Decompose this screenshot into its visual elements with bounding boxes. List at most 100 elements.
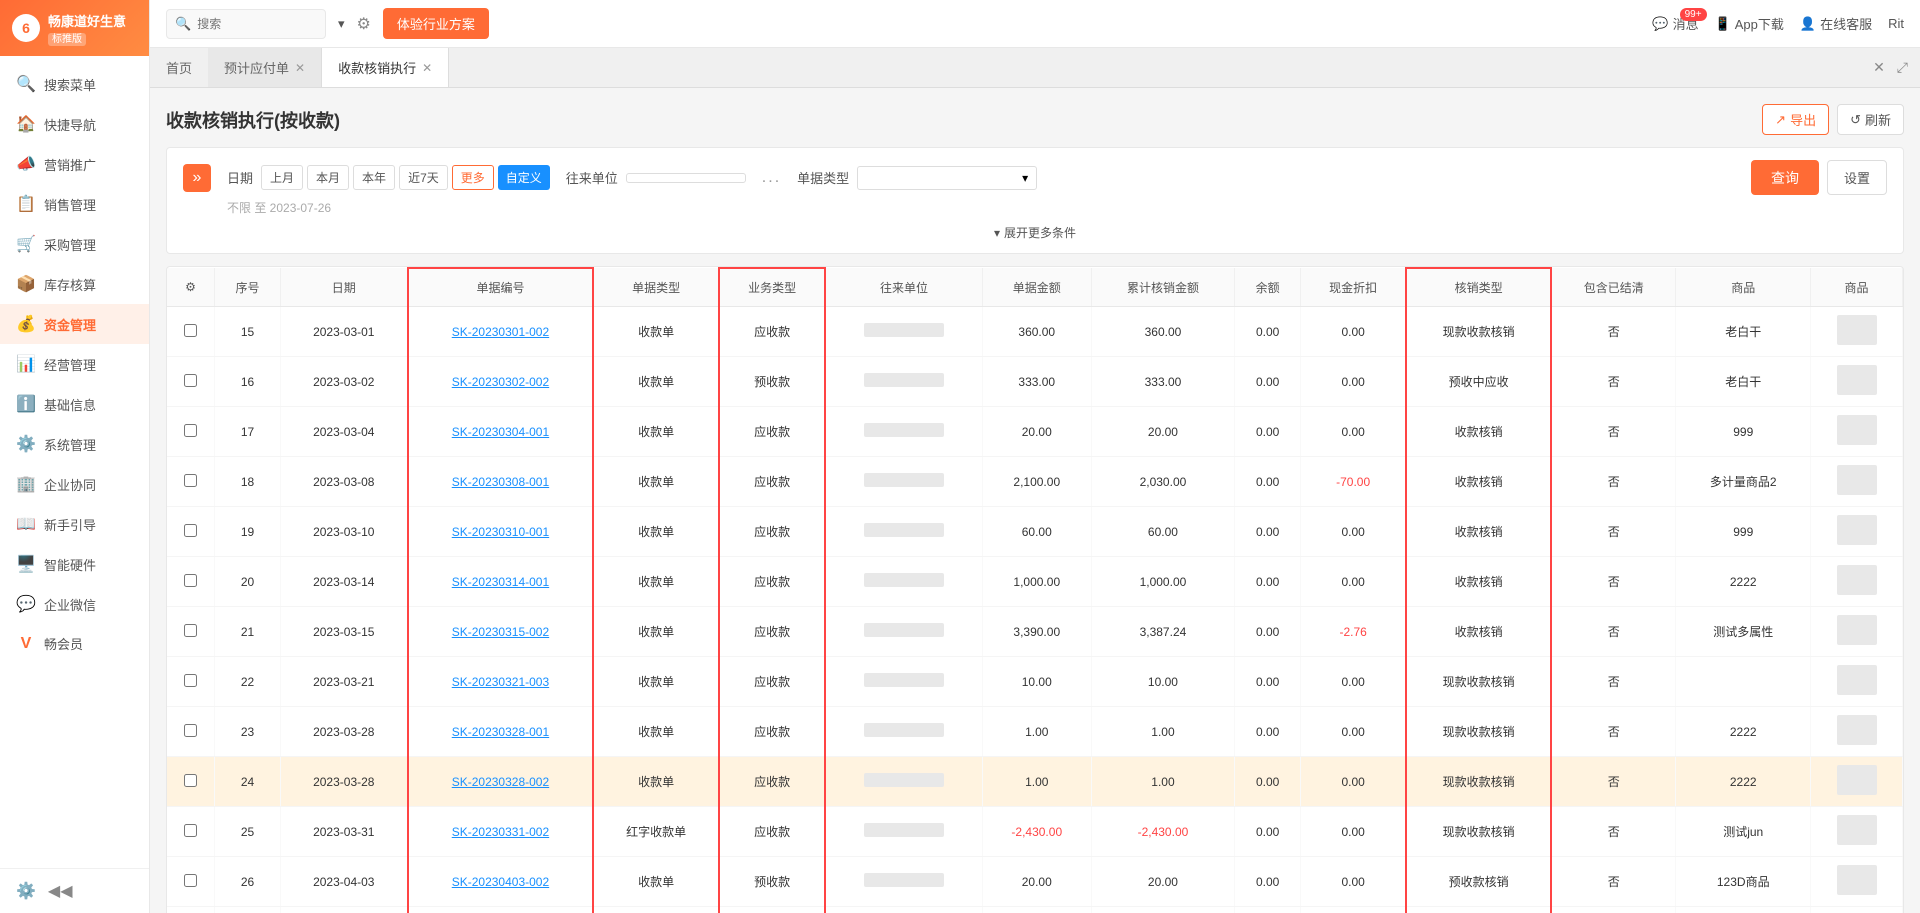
row-select-checkbox[interactable] <box>184 624 197 637</box>
sidebar-item-enterprise[interactable]: 🏢 企业协同 <box>0 464 149 504</box>
doc-no-link[interactable]: SK-20230331-002 <box>452 825 549 839</box>
row-doc-no[interactable]: SK-20230408-001 <box>408 907 594 913</box>
tab-receipt-exec[interactable]: 收款核销执行 ✕ <box>322 48 449 87</box>
app-download-button[interactable]: 📱 App下载 <box>1715 14 1784 33</box>
row-select-checkbox[interactable] <box>184 574 197 587</box>
row-doc-no[interactable]: SK-20230304-001 <box>408 407 594 457</box>
doctype-select[interactable]: ▾ <box>857 166 1037 190</box>
row-doc-no[interactable]: SK-20230321-003 <box>408 657 594 707</box>
row-doc-no[interactable]: SK-20230302-002 <box>408 357 594 407</box>
settings-bottom-icon[interactable]: ⚙️ <box>16 881 36 901</box>
row-select-checkbox[interactable] <box>184 374 197 387</box>
refresh-button[interactable]: ↺ 刷新 <box>1837 104 1904 135</box>
row-cash-discount: 0.00 <box>1301 357 1406 407</box>
row-select-checkbox[interactable] <box>184 874 197 887</box>
sidebar-item-basic-info[interactable]: ℹ️ 基础信息 <box>0 384 149 424</box>
sidebar-item-purchase[interactable]: 🛒 采购管理 <box>0 224 149 264</box>
filter-this-month[interactable]: 本月 <box>307 165 349 190</box>
tab-close-all-icon[interactable]: ✕ <box>1869 55 1889 80</box>
filter-this-year[interactable]: 本年 <box>353 165 395 190</box>
filter-more-dates[interactable]: 更多 <box>452 165 494 190</box>
table-row: 172023-03-04SK-20230304-001收款单应收款20.0020… <box>167 407 1903 457</box>
row-doc-no[interactable]: SK-20230314-001 <box>408 557 594 607</box>
th-settings[interactable]: ⚙ <box>167 268 214 307</box>
settings-icon[interactable]: ⚙ <box>185 280 196 294</box>
row-biz-type: 应收款 <box>719 707 825 757</box>
doc-no-link[interactable]: SK-20230310-001 <box>452 525 549 539</box>
expand-conditions[interactable]: ▾ 展开更多条件 <box>183 224 1887 241</box>
row-doc-no[interactable]: SK-20230328-001 <box>408 707 594 757</box>
row-select-checkbox[interactable] <box>184 524 197 537</box>
row-balance: 0.00 <box>1235 657 1301 707</box>
topbar-dropdown[interactable]: ▾ <box>338 16 345 32</box>
doc-no-link[interactable]: SK-20230301-002 <box>452 325 549 339</box>
row-select-checkbox[interactable] <box>184 424 197 437</box>
message-button[interactable]: 💬 消息 99+ <box>1652 14 1698 33</box>
row-select-checkbox[interactable] <box>184 724 197 737</box>
sidebar-item-operations[interactable]: 📊 经营管理 <box>0 344 149 384</box>
sidebar-item-wechat[interactable]: 💬 企业微信 <box>0 584 149 624</box>
sidebar-item-search[interactable]: 🔍 搜索菜单 <box>0 64 149 104</box>
sidebar-item-guide[interactable]: 📖 新手引导 <box>0 504 149 544</box>
row-doc-no[interactable]: SK-20230301-002 <box>408 307 594 357</box>
row-doc-no[interactable]: SK-20230315-002 <box>408 607 594 657</box>
sidebar-item-inventory[interactable]: 📦 库存核算 <box>0 264 149 304</box>
chevron-down-icon: ▾ <box>1022 171 1028 185</box>
row-doc-no[interactable]: SK-20230310-001 <box>408 507 594 557</box>
sidebar-item-system[interactable]: ⚙️ 系统管理 <box>0 424 149 464</box>
doc-no-link[interactable]: SK-20230314-001 <box>452 575 549 589</box>
sidebar-item-quick-nav[interactable]: 🏠 快捷导航 <box>0 104 149 144</box>
row-date: 2023-03-31 <box>281 807 408 857</box>
row-select-checkbox[interactable] <box>184 324 197 337</box>
sidebar-item-hardware[interactable]: 🖥️ 智能硬件 <box>0 544 149 584</box>
solution-button[interactable]: 体验行业方案 <box>383 8 489 39</box>
doc-no-link[interactable]: SK-20230304-001 <box>452 425 549 439</box>
sidebar-item-finance[interactable]: 💰 资金管理 <box>0 304 149 344</box>
tab-receipt-close[interactable]: ✕ <box>422 61 432 75</box>
partner-input-display[interactable] <box>626 173 746 183</box>
row-select-checkbox[interactable] <box>184 824 197 837</box>
row-doc-no[interactable]: SK-20230403-002 <box>408 857 594 907</box>
doctype-label: 单据类型 <box>797 168 849 187</box>
doc-no-link[interactable]: SK-20230308-001 <box>452 475 549 489</box>
collapse-icon[interactable]: ◀◀ <box>48 881 73 901</box>
row-select-checkbox[interactable] <box>184 774 197 787</box>
row-doc-no[interactable]: SK-20230328-002 <box>408 757 594 807</box>
filter-custom-btn[interactable]: 自定义 <box>498 165 550 190</box>
doc-no-link[interactable]: SK-20230321-003 <box>452 675 549 689</box>
row-cash-discount: 0.00 <box>1301 757 1406 807</box>
tab-prepay[interactable]: 预计应付单 ✕ <box>208 48 322 87</box>
row-cum-amount: 10.00 <box>1091 657 1234 707</box>
filter-7days[interactable]: 近7天 <box>399 165 448 190</box>
doc-no-link[interactable]: SK-20230328-001 <box>452 725 549 739</box>
tab-home[interactable]: 首页 <box>150 48 208 87</box>
query-button[interactable]: 查询 <box>1751 160 1819 195</box>
tab-expand-icon[interactable]: ⤢ <box>1893 55 1912 80</box>
topbar-search-box[interactable]: 🔍 <box>166 9 326 39</box>
table-row: 162023-03-02SK-20230302-002收款单预收款333.003… <box>167 357 1903 407</box>
sidebar-item-marketing[interactable]: 📣 营销推广 <box>0 144 149 184</box>
row-cash-discount: -70.00 <box>1301 457 1406 507</box>
row-doc-no[interactable]: SK-20230331-002 <box>408 807 594 857</box>
th-biz-type: 业务类型 <box>719 268 825 307</box>
row-date: 2023-03-15 <box>281 607 408 657</box>
doc-no-link[interactable]: SK-20230328-002 <box>452 775 549 789</box>
row-doc-no[interactable]: SK-20230308-001 <box>408 457 594 507</box>
filter-last-month[interactable]: 上月 <box>261 165 303 190</box>
doc-no-link[interactable]: SK-20230403-002 <box>452 875 549 889</box>
online-service-button[interactable]: 👤 在线客服 <box>1800 14 1872 33</box>
row-balance: 0.00 <box>1235 457 1301 507</box>
setting-button[interactable]: 设置 <box>1827 160 1887 195</box>
doc-no-link[interactable]: SK-20230302-002 <box>452 375 549 389</box>
sidebar-item-sales[interactable]: 📋 销售管理 <box>0 184 149 224</box>
filter-toggle-button[interactable]: » <box>183 164 211 192</box>
gear-icon[interactable]: ⚙ <box>357 14 371 34</box>
row-select-checkbox[interactable] <box>184 474 197 487</box>
search-input[interactable] <box>197 17 297 31</box>
doc-no-link[interactable]: SK-20230315-002 <box>452 625 549 639</box>
sidebar-item-member[interactable]: V 畅会员 <box>0 624 149 663</box>
export-button[interactable]: ↗ 导出 <box>1762 104 1829 135</box>
row-select-checkbox[interactable] <box>184 674 197 687</box>
user-name[interactable]: Rit <box>1888 16 1904 31</box>
tab-prepay-close[interactable]: ✕ <box>295 61 305 75</box>
